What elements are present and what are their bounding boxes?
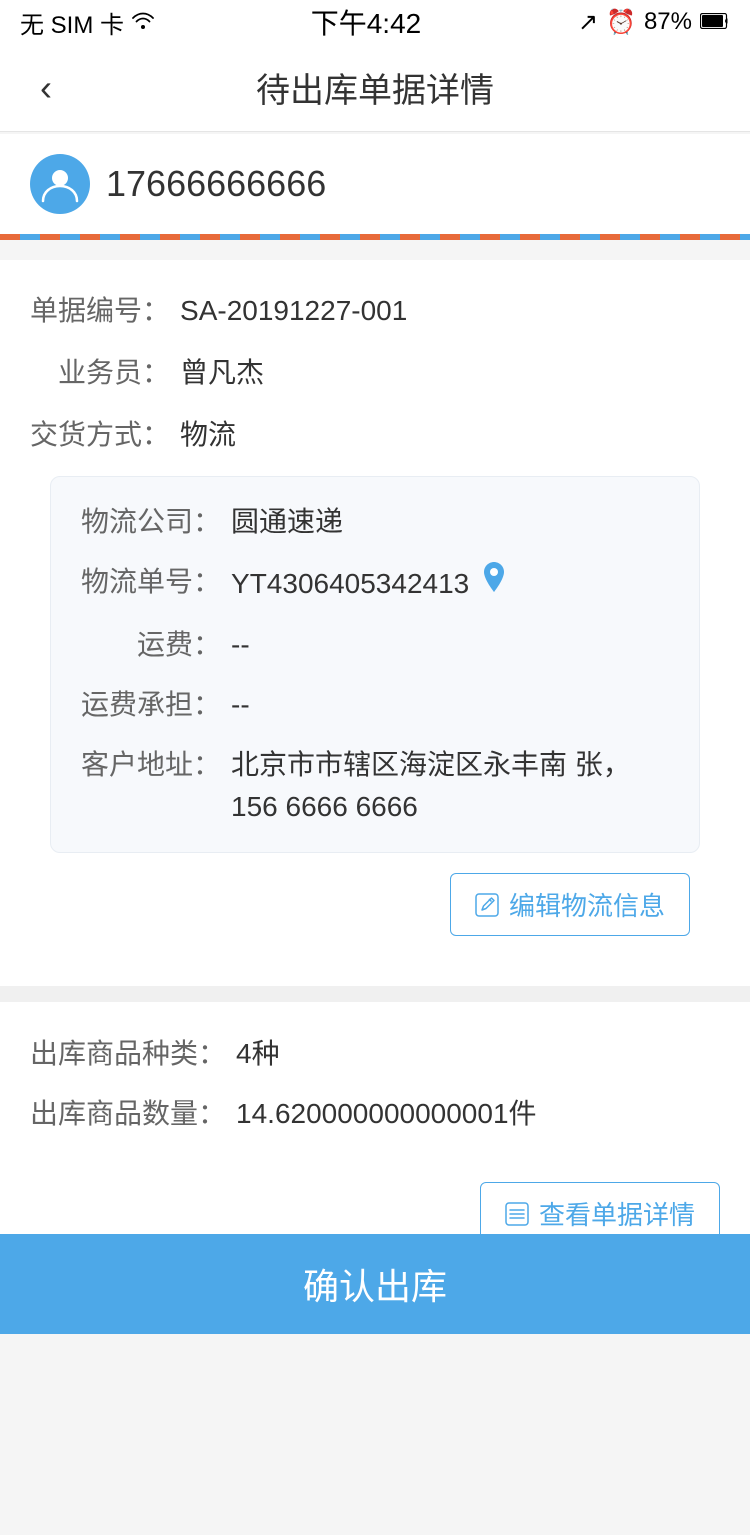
status-bar: 无 SIM 卡 下午4:42 ↗ ⏰ 87% [0,0,750,44]
view-detail-label: 查看单据详情 [539,1195,695,1232]
edit-btn-row: 编辑物流信息 [30,853,720,956]
carrier-label: 无 SIM 卡 [20,5,124,40]
goods-types-row: 出库商品种类： 4种 [30,1032,720,1072]
order-number-row: 单据编号： SA-20191227-001 [30,290,720,332]
status-left: 无 SIM 卡 [20,5,154,40]
delivery-row: 交货方式： 物流 [30,414,720,456]
freight-value: -- [221,624,669,666]
confirm-btn-container[interactable]: 确认出库 [0,1234,750,1334]
logistics-tracking-row: 物流单号： YT4306405342413 [81,561,669,606]
logistics-tracking-value: YT4306405342413 [221,561,669,606]
avatar [30,154,90,214]
confirm-btn-label: 确认出库 [303,1258,447,1310]
edit-logistics-label: 编辑物流信息 [509,886,665,923]
freight-row: 运费： -- [81,624,669,666]
battery-label: 87% [644,8,692,36]
delivery-value: 物流 [170,414,720,456]
nav-bar: ‹ 待出库单据详情 [0,44,750,132]
goods-quantity-row: 出库商品数量： 14.620000000000001件 [30,1092,720,1132]
basic-info-section: 单据编号： SA-20191227-001 业务员： 曾凡杰 交货方式： 物流 … [0,260,750,986]
order-number-value: SA-20191227-001 [170,290,720,332]
battery-icon [700,8,730,36]
dashed-divider [0,234,750,240]
delivery-label: 交货方式： [30,414,170,456]
customer-section: 17666666666 [0,134,750,234]
customer-address-value: 北京市市辖区海淀区永丰南 张，156 6666 6666 [221,744,669,828]
freight-bear-row: 运费承担： -- [81,684,669,726]
edit-logistics-button[interactable]: 编辑物流信息 [450,873,690,936]
logistics-tracking-label: 物流单号： [81,561,221,603]
salesman-label: 业务员： [30,352,170,394]
status-time: 下午4:42 [311,2,422,42]
freight-label: 运费： [81,624,221,666]
goods-types-label: 出库商品种类： [30,1032,226,1072]
logistics-company-value: 圆通速递 [221,501,669,543]
wifi-icon [132,8,154,36]
person-icon [41,165,79,203]
alarm-icon: ⏰ [606,8,636,37]
edit-icon [475,893,499,917]
map-pin-icon[interactable] [481,561,507,606]
customer-address-row: 客户地址： 北京市市辖区海淀区永丰南 张，156 6666 6666 [81,744,669,828]
goods-types-value: 4种 [226,1032,280,1072]
goods-section: 出库商品种类： 4种 出库商品数量： 14.620000000000001件 [0,1002,750,1172]
page-title: 待出库单据详情 [256,63,494,112]
freight-bear-value: -- [221,684,669,726]
logistics-card: 物流公司： 圆通速递 物流单号： YT4306405342413 运费： -- … [50,476,700,853]
freight-bear-label: 运费承担： [81,684,221,726]
order-number-label: 单据编号： [30,290,170,332]
goods-quantity-label: 出库商品数量： [30,1092,226,1132]
back-button[interactable]: ‹ [30,57,62,119]
customer-phone: 17666666666 [106,163,326,205]
section-divider-1 [0,986,750,1002]
customer-address-label: 客户地址： [81,744,221,786]
goods-quantity-value: 14.620000000000001件 [226,1092,537,1132]
list-icon [505,1202,529,1226]
location-status-icon: ↗ [578,8,598,37]
logistics-company-row: 物流公司： 圆通速递 [81,501,669,543]
status-right: ↗ ⏰ 87% [578,8,730,37]
salesman-value: 曾凡杰 [170,352,720,394]
logistics-company-label: 物流公司： [81,501,221,543]
salesman-row: 业务员： 曾凡杰 [30,352,720,394]
